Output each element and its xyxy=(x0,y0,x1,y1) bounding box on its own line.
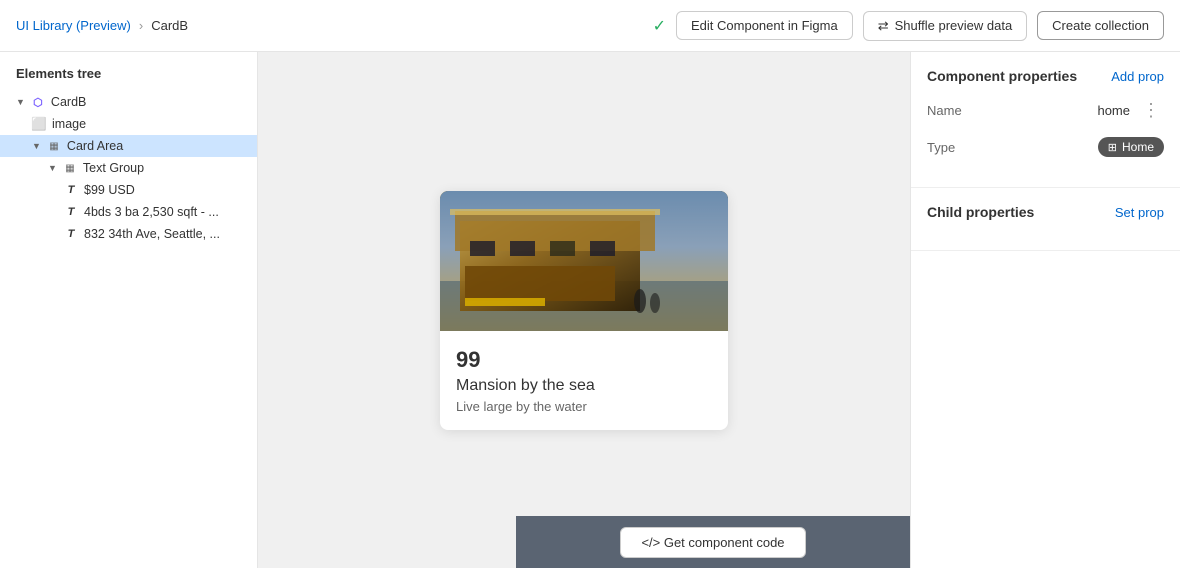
type-label: Type xyxy=(927,140,955,155)
name-label: Name xyxy=(927,103,962,118)
tree-item-text-group[interactable]: ▼ ▦ Text Group xyxy=(0,157,257,179)
tree-label-details: 4bds 3 ba 2,530 sqft - ... xyxy=(84,205,219,219)
component-properties-section: Component properties Add prop Name home … xyxy=(911,52,1180,188)
edit-in-figma-button[interactable]: Edit Component in Figma xyxy=(676,11,853,40)
tree-item-price[interactable]: T $99 USD xyxy=(0,179,257,201)
chevron-down-icon: ▼ xyxy=(16,97,25,107)
more-options-button[interactable]: ⋮ xyxy=(1138,98,1164,123)
get-component-code-button[interactable]: </> Get component code xyxy=(620,527,805,558)
tree-item-cardb[interactable]: ▼ ⬡ CardB xyxy=(0,91,257,113)
tree-label-text-group: Text Group xyxy=(83,161,144,175)
text-icon: T xyxy=(64,205,78,219)
breadcrumb-library-link[interactable]: UI Library (Preview) xyxy=(16,18,131,33)
building-svg xyxy=(440,191,728,331)
frame-icon: ▦ xyxy=(63,161,77,175)
card-title: Mansion by the sea xyxy=(456,377,712,395)
type-prop-row: Type ⊞ Home xyxy=(927,137,1164,157)
set-prop-link[interactable]: Set prop xyxy=(1115,205,1164,220)
card-preview: 99 Mansion by the sea Live large by the … xyxy=(440,191,728,430)
card-number: 99 xyxy=(456,347,712,373)
tree-label-price: $99 USD xyxy=(84,183,135,197)
shuffle-icon: ⇄ xyxy=(878,18,889,34)
tree-label-cardb: CardB xyxy=(51,95,86,109)
create-collection-button[interactable]: Create collection xyxy=(1037,11,1164,40)
chevron-down-icon: ▼ xyxy=(48,163,57,173)
breadcrumb-current: CardB xyxy=(151,18,188,33)
tree-item-card-area[interactable]: ▼ ▦ Card Area xyxy=(0,135,257,157)
card-body: 99 Mansion by the sea Live large by the … xyxy=(440,331,728,430)
type-badge-label: Home xyxy=(1122,140,1154,154)
child-props-header: Child properties Set prop xyxy=(927,204,1164,220)
frame-icon: ▦ xyxy=(47,139,61,153)
component-props-title: Component properties xyxy=(927,68,1077,84)
canvas: 99 Mansion by the sea Live large by the … xyxy=(258,52,910,568)
type-badge: ⊞ Home xyxy=(1098,137,1164,157)
text-icon: T xyxy=(64,227,78,241)
image-icon: ⬜ xyxy=(32,117,46,131)
child-properties-section: Child properties Set prop xyxy=(911,188,1180,251)
child-props-title: Child properties xyxy=(927,204,1034,220)
status-icon: ✓ xyxy=(653,16,666,36)
bottom-bar: </> Get component code xyxy=(516,516,910,568)
tree-label-card-area: Card Area xyxy=(67,139,123,153)
shuffle-preview-button[interactable]: ⇄ Shuffle preview data xyxy=(863,11,1027,41)
name-prop-row: Name home ⋮ xyxy=(927,98,1164,123)
card-image xyxy=(440,191,728,331)
tree-label-address: 832 34th Ave, Seattle, ... xyxy=(84,227,220,241)
topbar-actions: ✓ Edit Component in Figma ⇄ Shuffle prev… xyxy=(653,11,1164,41)
elements-tree-title: Elements tree xyxy=(0,52,257,91)
add-prop-link[interactable]: Add prop xyxy=(1111,69,1164,84)
tree-item-image[interactable]: ⬜ image xyxy=(0,113,257,135)
name-value: home xyxy=(1097,103,1130,118)
component-icon: ⬡ xyxy=(31,95,45,109)
tree-item-address[interactable]: T 832 34th Ave, Seattle, ... xyxy=(0,223,257,245)
sidebar: Elements tree ▼ ⬡ CardB ⬜ image ▼ ▦ Card… xyxy=(0,52,258,568)
card-subtitle: Live large by the water xyxy=(456,399,712,414)
topbar: UI Library (Preview) › CardB ✓ Edit Comp… xyxy=(0,0,1180,52)
home-icon: ⊞ xyxy=(1108,141,1117,154)
breadcrumb: UI Library (Preview) › CardB xyxy=(16,18,188,33)
tree-label-image: image xyxy=(52,117,86,131)
breadcrumb-separator: › xyxy=(139,18,143,33)
tree-item-details[interactable]: T 4bds 3 ba 2,530 sqft - ... xyxy=(0,201,257,223)
text-icon: T xyxy=(64,183,78,197)
main-layout: Elements tree ▼ ⬡ CardB ⬜ image ▼ ▦ Card… xyxy=(0,52,1180,568)
shuffle-label: Shuffle preview data xyxy=(895,18,1013,33)
chevron-down-icon: ▼ xyxy=(32,141,41,151)
component-props-header: Component properties Add prop xyxy=(927,68,1164,84)
right-panel: Component properties Add prop Name home … xyxy=(910,52,1180,568)
